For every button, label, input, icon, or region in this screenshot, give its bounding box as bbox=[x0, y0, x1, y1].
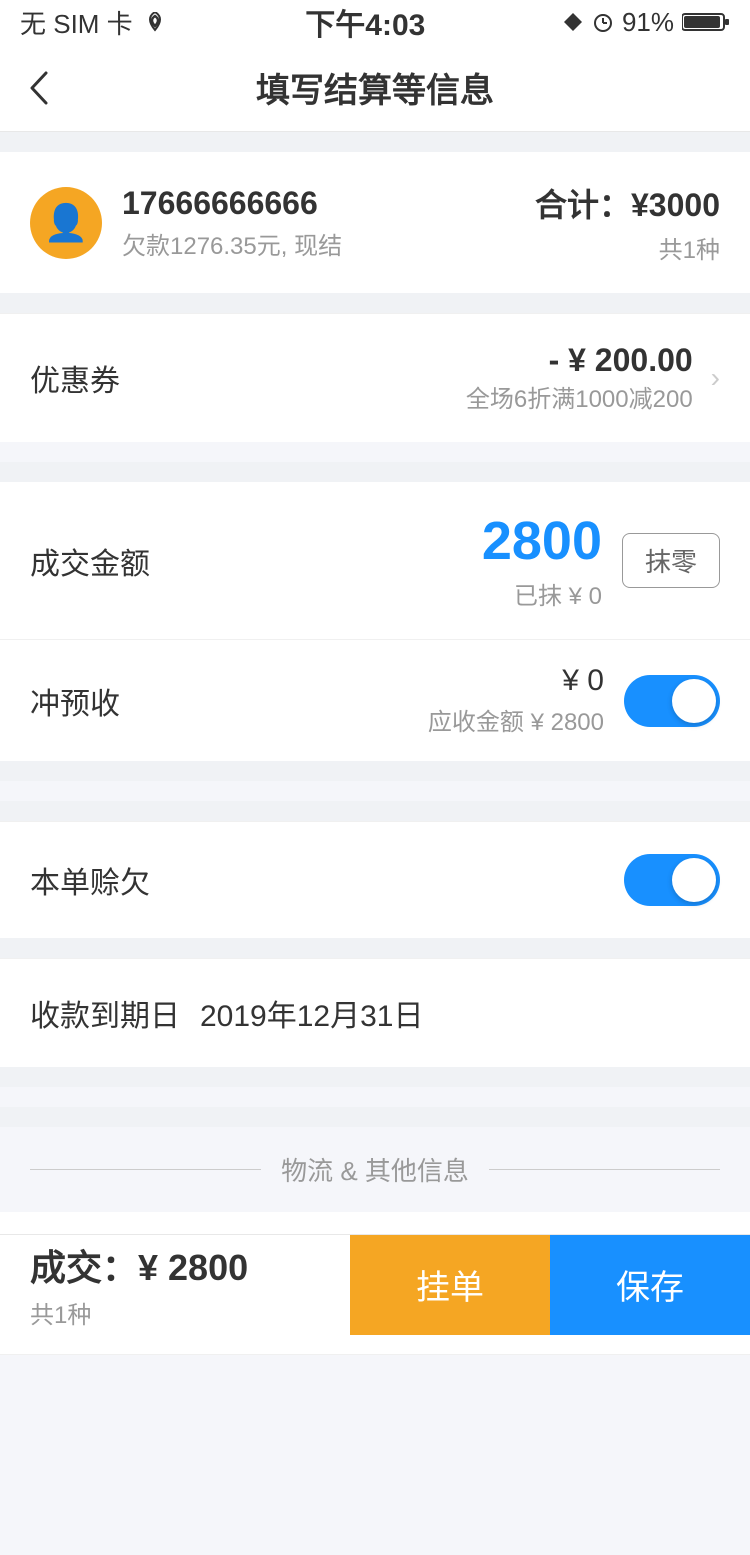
back-button[interactable] bbox=[28, 69, 50, 107]
due-date-label: 收款到期日 bbox=[30, 991, 180, 1035]
amount-section: 成交金额 2800 已抹 ¥ 0 抹零 冲预收 ¥ 0 应收金额 ¥ 2800 bbox=[0, 482, 750, 761]
amount-value: 2800 bbox=[482, 510, 602, 572]
avatar: 👤 bbox=[30, 187, 102, 259]
toggle-knob bbox=[672, 679, 716, 723]
sim-status: 无 SIM 卡 bbox=[20, 4, 133, 41]
user-desc: 欠款1276.35元, 现结 bbox=[122, 226, 342, 261]
page-title: 填写结算等信息 bbox=[256, 63, 494, 112]
logistics-header-text: 物流 & 其他信息 bbox=[281, 1151, 469, 1188]
battery-icon bbox=[682, 11, 730, 33]
avatar-icon: 👤 bbox=[44, 202, 89, 244]
chevron-right-icon: › bbox=[711, 362, 720, 394]
prepay-row: 冲预收 ¥ 0 应收金额 ¥ 2800 bbox=[0, 640, 750, 761]
bottom-deal-amount: ¥ 2800 bbox=[138, 1247, 248, 1288]
save-button[interactable]: 保存 bbox=[550, 1235, 750, 1335]
coupon-desc: 全场6折满1000减200 bbox=[466, 379, 693, 414]
total-count: 共1种 bbox=[535, 230, 720, 265]
separator-2 bbox=[0, 781, 750, 801]
due-date-row: 收款到期日 2019年12月31日 bbox=[0, 958, 750, 1067]
coupon-label: 优惠券 bbox=[30, 356, 120, 400]
prepay-value: ¥ 0 bbox=[428, 664, 604, 698]
prepay-label: 冲预收 bbox=[30, 679, 120, 723]
deferred-row: 本单赊欠 bbox=[0, 821, 750, 938]
status-left: 无 SIM 卡 bbox=[20, 4, 169, 41]
due-date-value: 2019年12月31日 bbox=[200, 991, 423, 1035]
wifi-icon bbox=[141, 12, 169, 32]
deferred-toggle[interactable] bbox=[624, 854, 720, 906]
status-time: 下午4:03 bbox=[305, 0, 425, 44]
bottom-count: 共1种 bbox=[30, 1295, 320, 1330]
divider-line-right bbox=[489, 1169, 720, 1170]
coupon-row[interactable]: 优惠券 - ¥ 200.00 全场6折满1000减200 › bbox=[0, 313, 750, 442]
prepay-toggle[interactable] bbox=[624, 675, 720, 727]
separator-1 bbox=[0, 442, 750, 462]
status-right: 91% bbox=[562, 7, 730, 38]
status-bar: 无 SIM 卡 下午4:03 91% bbox=[0, 0, 750, 44]
nav-bar: 填写结算等信息 bbox=[0, 44, 750, 132]
coupon-value: - ¥ 200.00 bbox=[466, 342, 693, 379]
logistics-section-header: 物流 & 其他信息 bbox=[0, 1127, 750, 1212]
total-price: 合计：¥3000 bbox=[535, 180, 720, 226]
bottom-bar: 成交：¥ 2800 共1种 挂单 保存 bbox=[0, 1234, 750, 1334]
separator-3 bbox=[0, 1087, 750, 1107]
amount-label: 成交金额 bbox=[30, 539, 150, 583]
pending-button[interactable]: 挂单 bbox=[350, 1235, 550, 1335]
round-button[interactable]: 抹零 bbox=[622, 533, 720, 588]
bottom-deal: 成交：¥ 2800 bbox=[30, 1239, 320, 1291]
deferred-label: 本单赊欠 bbox=[30, 858, 150, 902]
user-phone: 17666666666 bbox=[122, 185, 342, 222]
deferred-toggle-knob bbox=[672, 858, 716, 902]
amount-row: 成交金额 2800 已抹 ¥ 0 抹零 bbox=[0, 482, 750, 640]
prepay-sub: 应收金额 ¥ 2800 bbox=[428, 702, 604, 737]
bottom-summary: 成交：¥ 2800 共1种 bbox=[0, 1239, 350, 1330]
location-icon bbox=[562, 11, 584, 33]
alarm-icon bbox=[592, 11, 614, 33]
amount-sub: 已抹 ¥ 0 bbox=[482, 576, 602, 611]
user-info-row: 👤 17666666666 欠款1276.35元, 现结 合计：¥3000 共1… bbox=[0, 152, 750, 293]
bottom-deal-label: 成交： bbox=[30, 1247, 138, 1288]
divider-line-left bbox=[30, 1169, 261, 1170]
spacer bbox=[0, 1355, 750, 1555]
battery-percent: 91% bbox=[622, 7, 674, 38]
